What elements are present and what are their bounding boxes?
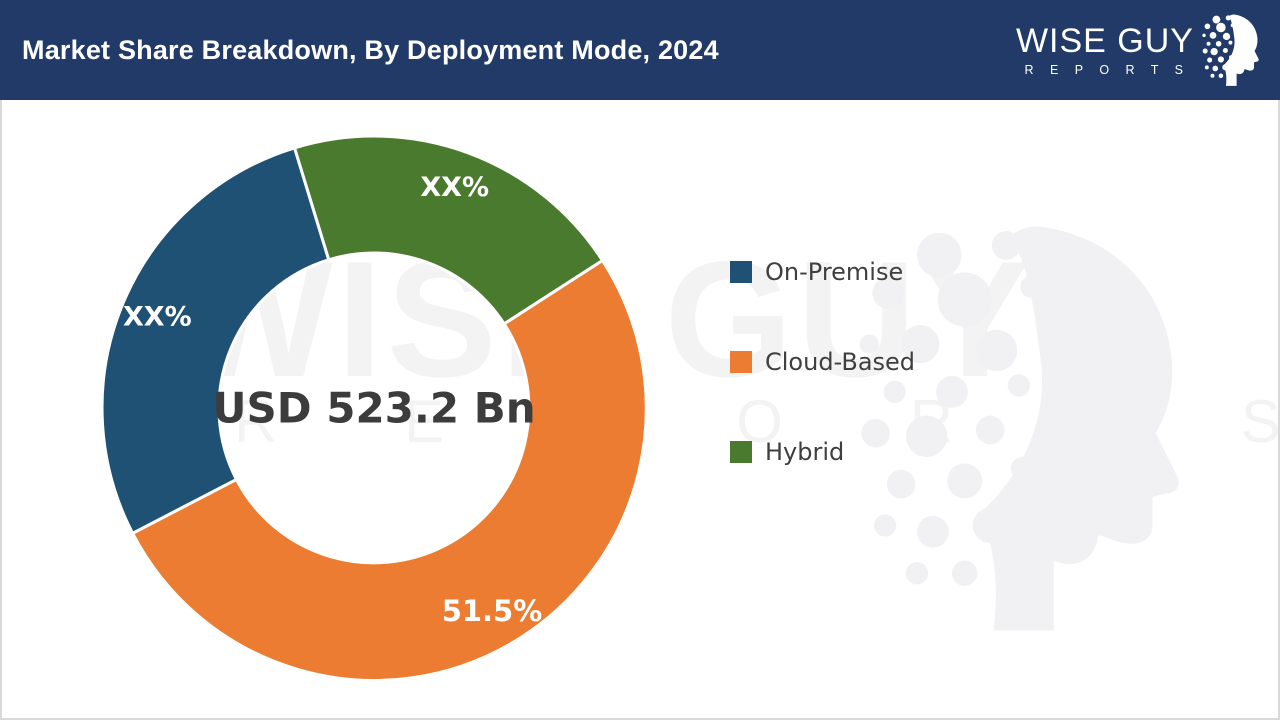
- header-bar: Market Share Breakdown, By Deployment Mo…: [0, 0, 1280, 100]
- donut-chart: XX% 51.5% XX%: [100, 134, 648, 682]
- chart-area: WISE GUY R E P O R T S XX% 51.5% XX% USD 5…: [0, 100, 1280, 720]
- chart-center-value: USD 523.2 Bn: [212, 383, 536, 433]
- legend-label-hybrid: Hybrid: [765, 438, 845, 466]
- segment-label-hybrid: XX%: [420, 172, 489, 203]
- legend-item-cloud-based: Cloud-Based: [730, 348, 915, 376]
- legend-swatch-on-premise: [730, 261, 752, 283]
- report-page: Market Share Breakdown, By Deployment Mo…: [0, 0, 1280, 720]
- page-title: Market Share Breakdown, By Deployment Mo…: [22, 34, 719, 65]
- logo-wordmark: WISE GUY: [1015, 21, 1194, 60]
- logo-face-icon: [1200, 14, 1262, 87]
- wise-guy-reports-logo: WISE GUY R E P O R T S: [1016, 14, 1262, 87]
- segment-label-cloud-based: 51.5%: [442, 594, 543, 628]
- chart-legend: On-Premise Cloud-Based Hybrid: [730, 258, 915, 466]
- donut-segment-on-premise: [100, 146, 331, 535]
- legend-swatch-cloud-based: [730, 351, 752, 373]
- logo-subtitle: R E P O R T S: [1024, 62, 1190, 77]
- legend-label-cloud-based: Cloud-Based: [765, 348, 916, 376]
- legend-item-hybrid: Hybrid: [730, 438, 915, 466]
- segment-label-on-premise: XX%: [123, 302, 192, 333]
- legend-item-on-premise: On-Premise: [730, 258, 915, 286]
- legend-label-on-premise: On-Premise: [765, 258, 904, 286]
- legend-swatch-hybrid: [730, 441, 752, 463]
- logo-text: WISE GUY R E P O R T S: [1016, 24, 1194, 77]
